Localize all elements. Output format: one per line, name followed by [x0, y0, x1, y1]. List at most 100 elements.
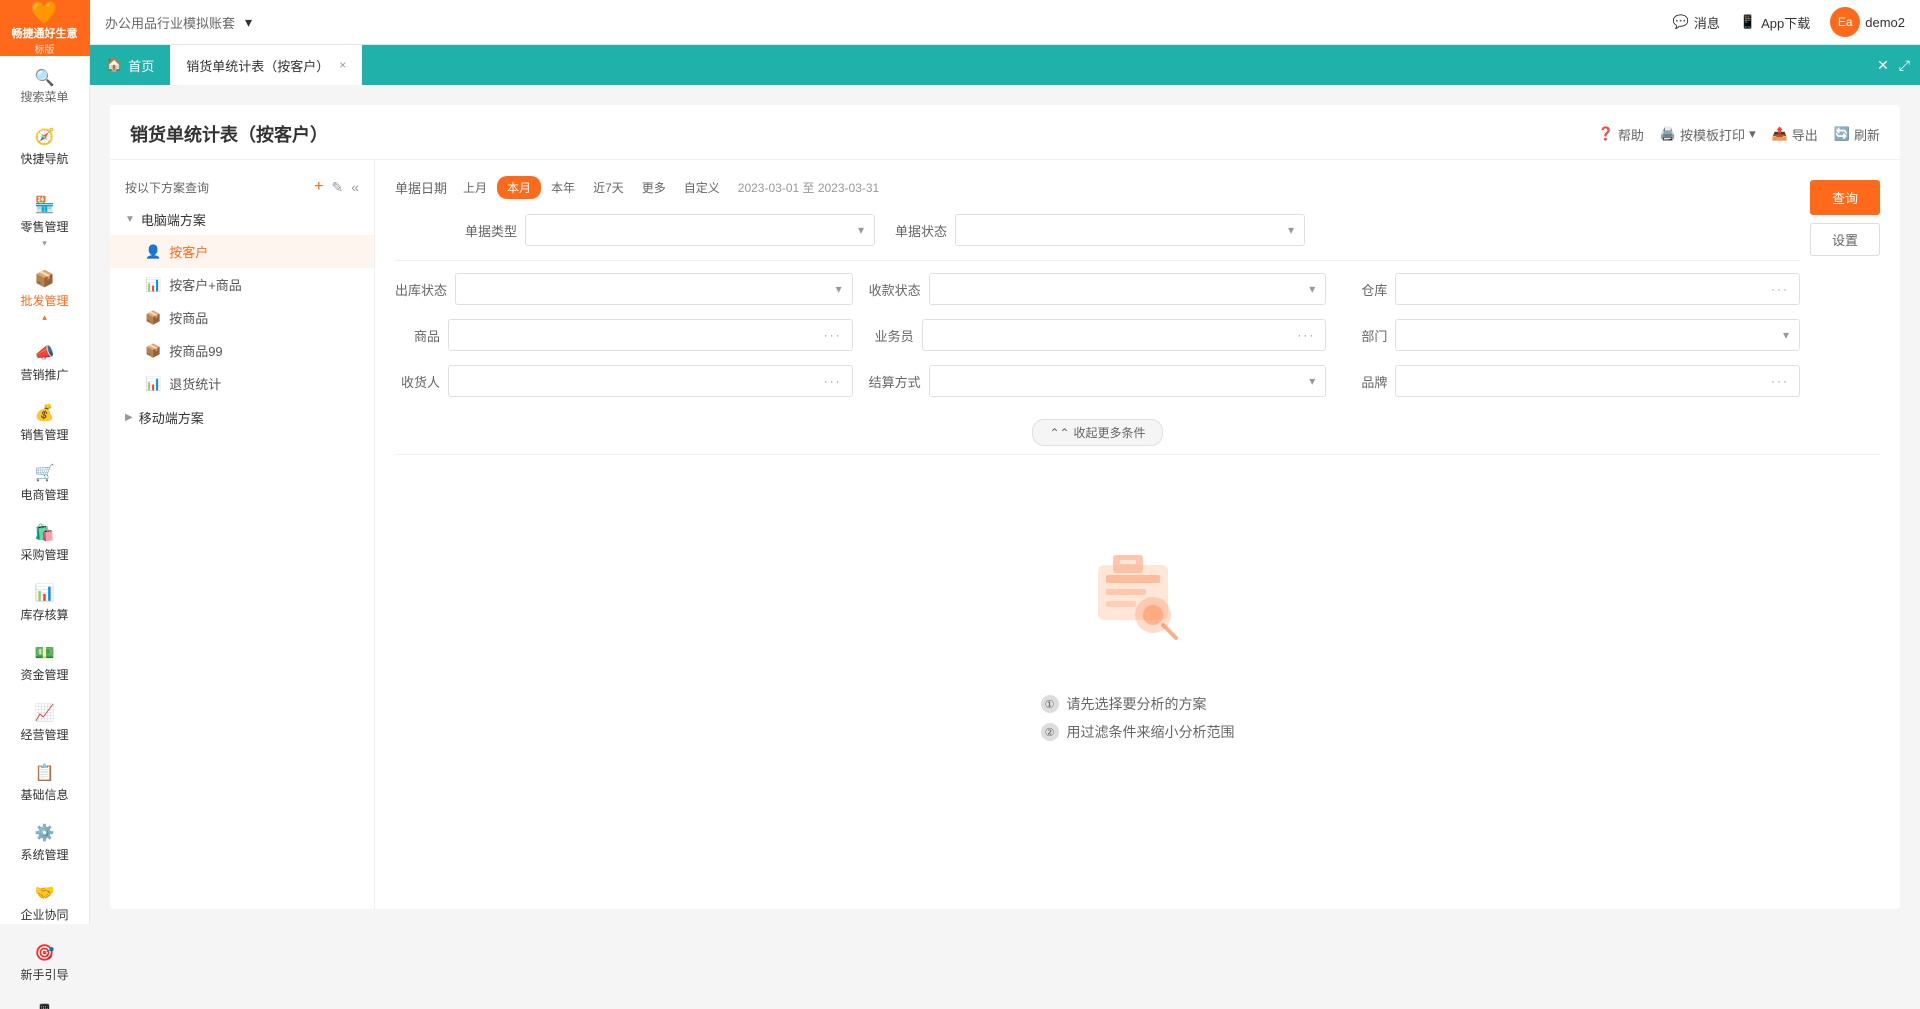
- collapse-conditions-btn[interactable]: ⌃⌃ 收起更多条件: [1032, 419, 1162, 446]
- sidebar-item-wholesale[interactable]: 📦 批发管理 ▴: [0, 259, 89, 333]
- goods99-icon: 📦: [145, 343, 161, 359]
- scheme-item-returns[interactable]: 📊 退货统计: [110, 367, 374, 400]
- tabs-bar: 🏠 首页 销货单统计表（按客户） × ✕ ⤢: [90, 45, 1920, 85]
- empty-hints: ① 请先选择要分析的方案 ② 用过滤条件来缩小分析范围: [1041, 694, 1235, 750]
- sidebar-quick-nav[interactable]: 🧭 快捷导航: [0, 117, 89, 177]
- user-profile[interactable]: Ea demo2: [1830, 7, 1905, 37]
- refresh-btn[interactable]: 🔄 刷新: [1834, 125, 1880, 144]
- filter-row-1: 单据日期 上月 本月 本年 近7天 更多 自定义: [395, 175, 1800, 200]
- date-filter: 上月 本月 本年 近7天 更多 自定义 2023-03-01 至 2023-03…: [455, 175, 879, 200]
- print-dropdown-icon: ▾: [1749, 126, 1756, 142]
- print-icon: 🖨️: [1660, 126, 1676, 142]
- department-control[interactable]: ▾: [1395, 319, 1800, 351]
- filter-row-4: 收货人 ··· 结算方式 ▾: [395, 365, 1800, 397]
- sidebar-item-finance[interactable]: 💵 资金管理: [0, 633, 89, 693]
- warehouse-control[interactable]: ···: [1395, 273, 1800, 305]
- out-status-label: 出库状态: [395, 280, 447, 299]
- scheme-group-desktop: ▼ 电脑端方案 👤 按客户 📊 按客户+商品 📦 按商品: [110, 204, 374, 400]
- scheme-edit-btn[interactable]: ✎: [331, 179, 343, 196]
- scheme-group-desktop-header[interactable]: ▼ 电脑端方案: [110, 204, 374, 235]
- out-status-dropdown-icon: ▾: [836, 282, 842, 296]
- help-icon: ❓: [1598, 126, 1614, 142]
- brand-control[interactable]: ···: [1395, 365, 1800, 397]
- customer-goods-icon: 📊: [145, 277, 161, 293]
- print-btn[interactable]: 🖨️ 按模板打印 ▾: [1660, 125, 1756, 144]
- scheme-item-customer[interactable]: 👤 按客户: [110, 235, 374, 268]
- help-btn[interactable]: ❓ 帮助: [1598, 125, 1644, 144]
- app-logo: 🧡 畅捷通好生意 标版: [0, 0, 90, 56]
- order-status-label: 单据状态: [895, 221, 947, 240]
- sidebar-item-inventory[interactable]: 📊 库存核算: [0, 573, 89, 633]
- order-type-control[interactable]: ▾: [525, 214, 875, 246]
- filter-order-type: 单据类型 ▾: [465, 214, 875, 246]
- order-status-dropdown-icon: ▾: [1288, 223, 1294, 237]
- salesman-dots-icon: ···: [1297, 328, 1315, 342]
- empty-state: ① 请先选择要分析的方案 ② 用过滤条件来缩小分析范围: [395, 455, 1880, 830]
- sidebar-item-retail[interactable]: 🏪 零售管理 ▾: [0, 185, 89, 259]
- tab-close-icon[interactable]: ×: [339, 58, 346, 72]
- date-tab-more[interactable]: 更多: [634, 175, 674, 200]
- date-tab-custom[interactable]: 自定义: [676, 175, 728, 200]
- payment-status-label: 收款状态: [869, 280, 921, 299]
- scheme-item-customer-goods[interactable]: 📊 按客户+商品: [110, 268, 374, 301]
- message-btn[interactable]: 💬 消息: [1673, 13, 1720, 32]
- scheme-add-btn[interactable]: +: [314, 178, 323, 196]
- content-layout: 按以下方案查询 + ✎ « ▼ 电脑端方案 👤 按客户: [110, 160, 1900, 909]
- sales-icon: 💰: [35, 403, 55, 423]
- settings-btn[interactable]: 设置: [1810, 223, 1880, 256]
- order-status-control[interactable]: ▾: [955, 214, 1305, 246]
- sidebar-item-ecommerce[interactable]: 🛒 电商管理: [0, 453, 89, 513]
- app-download-btn[interactable]: 📱 App下载: [1740, 13, 1810, 32]
- window-maximize-btn[interactable]: ⤢: [1899, 57, 1910, 74]
- sidebar-item-basic[interactable]: 📋 基础信息: [0, 753, 89, 813]
- settlement-control[interactable]: ▾: [929, 365, 1327, 397]
- tab-home[interactable]: 🏠 首页: [90, 45, 170, 85]
- empty-hint-1: ① 请先选择要分析的方案: [1041, 694, 1235, 714]
- payment-status-dropdown-icon: ▾: [1309, 282, 1315, 296]
- window-close-btn[interactable]: ✕: [1877, 57, 1889, 74]
- date-tab-7days[interactable]: 近7天: [585, 175, 632, 200]
- date-range: 2023-03-01 至 2023-03-31: [738, 179, 879, 196]
- sidebar-item-system[interactable]: ⚙️ 系统管理: [0, 813, 89, 873]
- scheme-item-goods99[interactable]: 📦 按商品99: [110, 334, 374, 367]
- scheme-panel-header: 按以下方案查询 + ✎ «: [110, 170, 374, 204]
- filter-settlement: 结算方式 ▾: [869, 365, 1327, 397]
- returns-icon: 📊: [145, 376, 161, 392]
- date-tab-last-month[interactable]: 上月: [455, 175, 495, 200]
- filter-results-area: 单据日期 上月 本月 本年 近7天 更多 自定义: [375, 160, 1900, 909]
- department-dropdown-icon: ▾: [1783, 328, 1789, 342]
- recipient-control[interactable]: ···: [448, 365, 853, 397]
- system-icon: ⚙️: [35, 823, 55, 843]
- scheme-collapse-btn[interactable]: «: [351, 179, 359, 195]
- sidebar-item-operations[interactable]: 📈 经营管理: [0, 693, 89, 753]
- filter-out-status: 出库状态 ▾: [395, 273, 853, 305]
- goods-control[interactable]: ···: [448, 319, 853, 351]
- empty-illustration: [1078, 535, 1198, 674]
- filter-fields: 单据日期 上月 本月 本年 近7天 更多 自定义: [395, 175, 1800, 454]
- marketing-icon: 📣: [35, 343, 55, 363]
- filter-warehouse: 仓库 ···: [1342, 273, 1800, 305]
- filter-payment-status: 收款状态 ▾: [869, 273, 1327, 305]
- compass-icon: 🧭: [35, 127, 55, 147]
- breadcrumb-dropdown[interactable]: ▾: [245, 14, 252, 31]
- scheme-group-mobile-header[interactable]: ▶ 移动端方案: [110, 402, 374, 433]
- date-tab-this-month[interactable]: 本月: [497, 176, 541, 199]
- export-btn[interactable]: 📤 导出: [1772, 125, 1818, 144]
- search-menu[interactable]: 🔍 搜索菜单: [15, 56, 73, 117]
- header-right: 💬 消息 📱 App下载 Ea demo2: [1673, 7, 1905, 37]
- date-tab-this-year[interactable]: 本年: [543, 175, 583, 200]
- payment-status-control[interactable]: ▾: [929, 273, 1327, 305]
- header: 办公用品行业模拟账套 ▾ 💬 消息 📱 App下载 Ea demo2: [90, 0, 1920, 45]
- salesman-control[interactable]: ···: [922, 319, 1327, 351]
- sidebar-item-marketing[interactable]: 📣 营销推广: [0, 333, 89, 393]
- brand-dots-icon: ···: [1771, 374, 1789, 388]
- tab-sales-stats[interactable]: 销货单统计表（按客户） ×: [170, 45, 362, 85]
- basic-icon: 📋: [35, 763, 55, 783]
- query-btn[interactable]: 查询: [1810, 180, 1880, 215]
- filter-brand: 品牌 ···: [1342, 365, 1800, 397]
- sidebar-item-sales[interactable]: 💰 销售管理: [0, 393, 89, 453]
- out-status-control[interactable]: ▾: [455, 273, 853, 305]
- order-type-label: 单据类型: [465, 221, 517, 240]
- scheme-item-goods[interactable]: 📦 按商品: [110, 301, 374, 334]
- sidebar-item-purchase[interactable]: 🛍️ 采购管理: [0, 513, 89, 573]
